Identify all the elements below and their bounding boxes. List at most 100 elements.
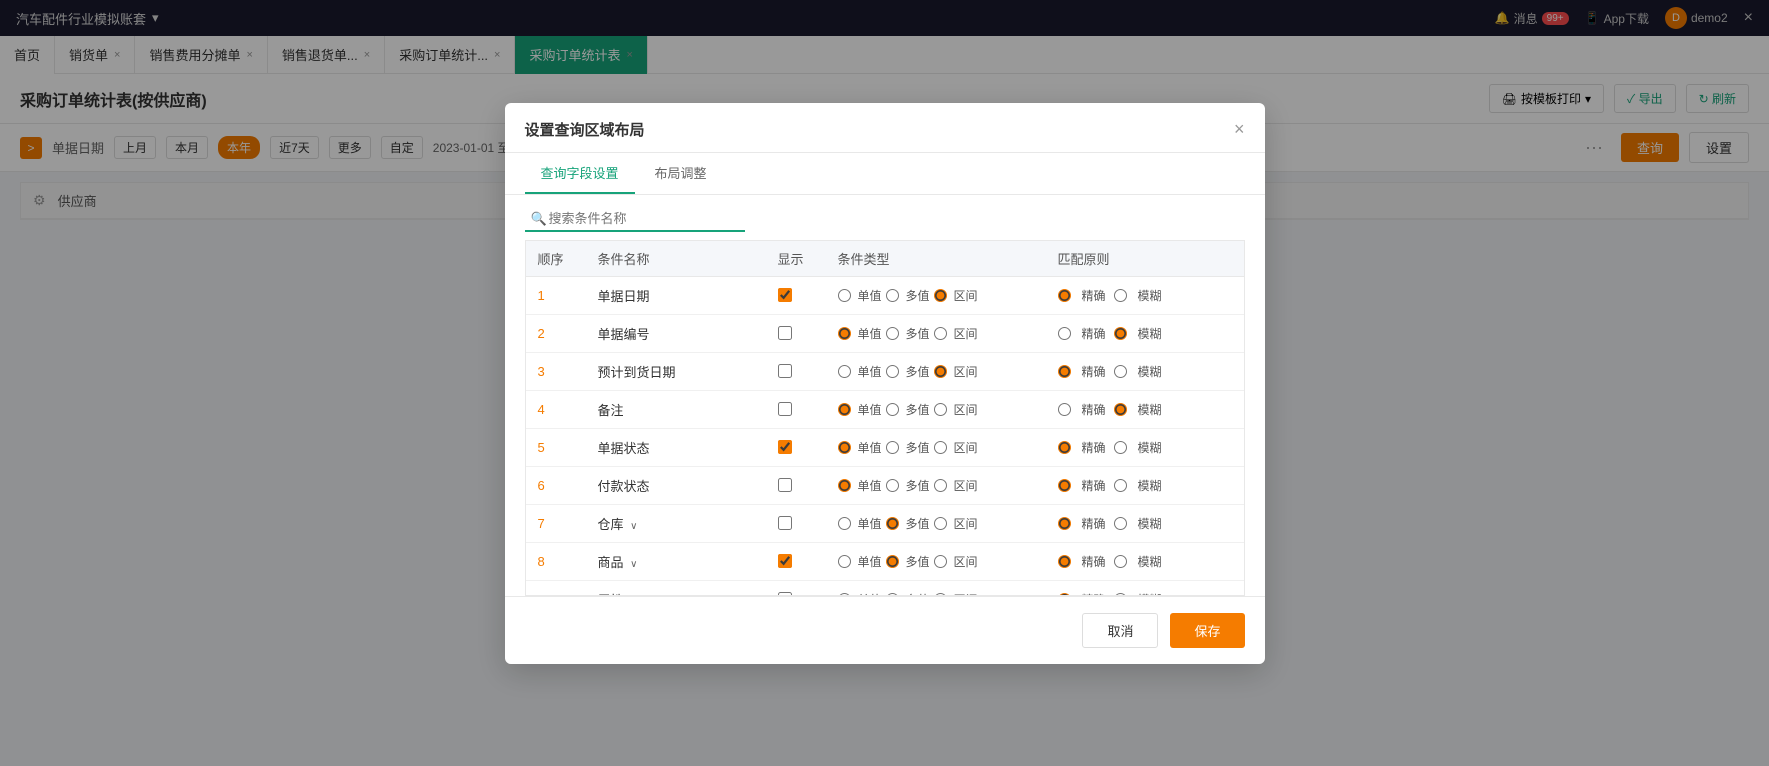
radio-multi-4[interactable] bbox=[886, 403, 899, 416]
radio-exact-4[interactable] bbox=[1058, 403, 1071, 416]
display-checkbox[interactable] bbox=[778, 402, 792, 416]
radio-multi-3[interactable] bbox=[886, 365, 899, 378]
row-match: 精确 模糊 bbox=[1046, 395, 1226, 424]
modal-overlay: 设置查询区域布局 × 查询字段设置 布局调整 🔍 顺序 条件名称 bbox=[0, 0, 1769, 766]
display-checkbox[interactable] bbox=[778, 288, 792, 302]
row-match: 精确 模糊 bbox=[1046, 357, 1226, 386]
row-name: 备注 bbox=[586, 394, 766, 425]
radio-fuzzy-5[interactable] bbox=[1114, 441, 1127, 454]
radio-fuzzy-4[interactable] bbox=[1114, 403, 1127, 416]
cancel-button[interactable]: 取消 bbox=[1082, 613, 1158, 648]
row-order: 9 bbox=[526, 586, 586, 596]
modal-header: 设置查询区域布局 × bbox=[505, 103, 1265, 153]
row-match: 精确 模糊 bbox=[1046, 509, 1226, 538]
modal-table: 顺序 条件名称 显示 条件类型 匹配原则 1 单据日期 单值 多值 bbox=[505, 240, 1265, 596]
row-name: 商品 ∨ bbox=[586, 546, 766, 577]
modal-tab-layout[interactable]: 布局调整 bbox=[639, 153, 723, 194]
radio-range-5[interactable] bbox=[934, 441, 947, 454]
modal-title: 设置查询区域布局 bbox=[525, 119, 645, 140]
radio-multi-2[interactable] bbox=[886, 327, 899, 340]
th-cond-name: 条件名称 bbox=[586, 249, 766, 268]
radio-exact-5[interactable] bbox=[1058, 441, 1071, 454]
display-checkbox[interactable] bbox=[778, 326, 792, 340]
radio-multi-6[interactable] bbox=[886, 479, 899, 492]
row-order: 3 bbox=[526, 358, 586, 385]
radio-range-7[interactable] bbox=[934, 517, 947, 530]
radio-range-6[interactable] bbox=[934, 479, 947, 492]
table-row: 1 单据日期 单值 多值 区间 精确 模糊 bbox=[526, 277, 1244, 315]
row-name: 属性 ∨ bbox=[586, 584, 766, 596]
display-checkbox[interactable] bbox=[778, 478, 792, 492]
radio-range-2[interactable] bbox=[934, 327, 947, 340]
row-display bbox=[766, 548, 826, 574]
row-cond-type: 单值 多值 区间 bbox=[826, 433, 1046, 462]
radio-single-8[interactable] bbox=[838, 555, 851, 568]
row-name: 单据状态 bbox=[586, 432, 766, 463]
radio-single-3[interactable] bbox=[838, 365, 851, 378]
radio-fuzzy-2[interactable] bbox=[1114, 327, 1127, 340]
modal-tab-query-fields[interactable]: 查询字段设置 bbox=[525, 153, 635, 194]
table-row: 4 备注 单值 多值 区间 精确 模糊 bbox=[526, 391, 1244, 429]
modal-tabs: 查询字段设置 布局调整 bbox=[505, 153, 1265, 195]
radio-exact-8[interactable] bbox=[1058, 555, 1071, 568]
radio-multi-8[interactable] bbox=[886, 555, 899, 568]
radio-fuzzy-1[interactable] bbox=[1114, 289, 1127, 302]
radio-multi-7[interactable] bbox=[886, 517, 899, 530]
radio-fuzzy-3[interactable] bbox=[1114, 365, 1127, 378]
row-order: 2 bbox=[526, 320, 586, 347]
row-match: 精确 模糊 bbox=[1046, 471, 1226, 500]
radio-exact-1[interactable] bbox=[1058, 289, 1071, 302]
radio-exact-7[interactable] bbox=[1058, 517, 1071, 530]
row-name: 仓库 ∨ bbox=[586, 508, 766, 539]
row-order: 5 bbox=[526, 434, 586, 461]
radio-multi-5[interactable] bbox=[886, 441, 899, 454]
modal-search-area: 🔍 bbox=[505, 195, 1265, 240]
display-checkbox[interactable] bbox=[778, 364, 792, 378]
radio-single-7[interactable] bbox=[838, 517, 851, 530]
radio-range-4[interactable] bbox=[934, 403, 947, 416]
row-display bbox=[766, 434, 826, 460]
row-order: 6 bbox=[526, 472, 586, 499]
row-name: 单据日期 bbox=[586, 280, 766, 311]
row-cond-type: 单值 多值 区间 bbox=[826, 471, 1046, 500]
radio-multi-1[interactable] bbox=[886, 289, 899, 302]
radio-range-3[interactable] bbox=[934, 365, 947, 378]
row-display bbox=[766, 396, 826, 422]
radio-single-4[interactable] bbox=[838, 403, 851, 416]
row-name: 预计到货日期 bbox=[586, 356, 766, 387]
radio-range-1[interactable] bbox=[934, 289, 947, 302]
row-cond-type: 单值 多值 区间 bbox=[826, 281, 1046, 310]
radio-exact-3[interactable] bbox=[1058, 365, 1071, 378]
row-match: 精确 模糊 bbox=[1046, 433, 1226, 462]
radio-exact-2[interactable] bbox=[1058, 327, 1071, 340]
modal-close-button[interactable]: × bbox=[1234, 119, 1245, 140]
table-row: 2 单据编号 单值 多值 区间 精确 模糊 bbox=[526, 315, 1244, 353]
table-row: 6 付款状态 单值 多值 区间 精确 模糊 bbox=[526, 467, 1244, 505]
th-cond-type: 条件类型 bbox=[826, 249, 1046, 268]
radio-single-2[interactable] bbox=[838, 327, 851, 340]
radio-single-5[interactable] bbox=[838, 441, 851, 454]
save-button[interactable]: 保存 bbox=[1170, 613, 1244, 648]
row-display bbox=[766, 472, 826, 498]
table-row: 9 属性 ∨ 单值 多值 区间 精确 模糊 bbox=[526, 581, 1244, 596]
search-input[interactable] bbox=[525, 207, 745, 232]
table-row: 7 仓库 ∨ 单值 多值 区间 精确 模糊 bbox=[526, 505, 1244, 543]
row-cond-type: 单值 多值 区间 bbox=[826, 547, 1046, 576]
radio-single-6[interactable] bbox=[838, 479, 851, 492]
display-checkbox[interactable] bbox=[778, 440, 792, 454]
row-order: 4 bbox=[526, 396, 586, 423]
radio-range-8[interactable] bbox=[934, 555, 947, 568]
display-checkbox[interactable] bbox=[778, 516, 792, 530]
modal-dialog: 设置查询区域布局 × 查询字段设置 布局调整 🔍 顺序 条件名称 bbox=[505, 103, 1265, 664]
radio-fuzzy-8[interactable] bbox=[1114, 555, 1127, 568]
radio-fuzzy-7[interactable] bbox=[1114, 517, 1127, 530]
search-wrap: 🔍 bbox=[525, 207, 745, 232]
modal-footer: 取消 保存 bbox=[505, 596, 1265, 664]
row-cond-type: 单值 多值 区间 bbox=[826, 357, 1046, 386]
radio-fuzzy-6[interactable] bbox=[1114, 479, 1127, 492]
display-checkbox[interactable] bbox=[778, 554, 792, 568]
radio-exact-6[interactable] bbox=[1058, 479, 1071, 492]
radio-single-1[interactable] bbox=[838, 289, 851, 302]
row-order: 8 bbox=[526, 548, 586, 575]
row-display bbox=[766, 510, 826, 536]
